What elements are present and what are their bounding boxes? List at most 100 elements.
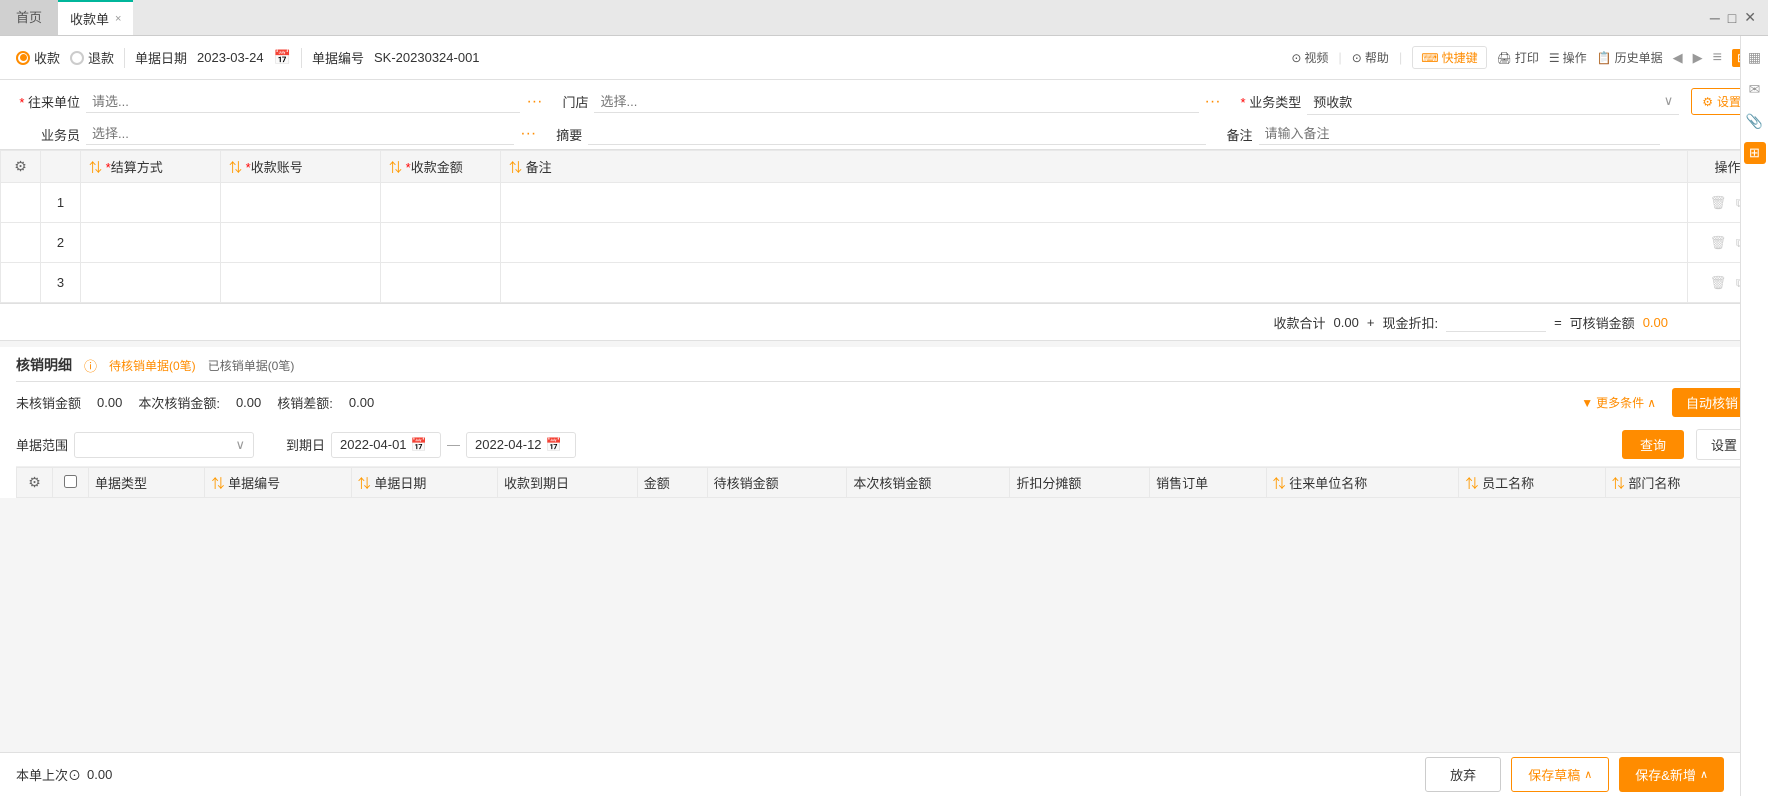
summary-row: 收款合计 0.00 + 现金折扣: = 可核销金额 0.00 [0, 303, 1768, 341]
query-btn[interactable]: 查询 [1622, 430, 1684, 459]
due-date-field: 到期日 2022-04-01 📅 — 2022-04-12 📅 [286, 432, 576, 458]
date-to-value: 2022-04-12 [475, 437, 542, 452]
sidebar-table-icon[interactable]: ▦ [1744, 46, 1766, 68]
summary-label: 摘要 [556, 125, 582, 144]
list-view-icon[interactable]: ≡ [1713, 49, 1722, 67]
store-input[interactable] [594, 91, 1198, 113]
row3-delete-icon[interactable]: 🗑 [1710, 275, 1727, 290]
counterpart-input[interactable] [86, 91, 520, 113]
col-staff-name-header: ⇅ 员工名称 [1459, 468, 1605, 498]
col-payment-header: ⇅ *结算方式 [81, 151, 221, 183]
save-draft-btn[interactable]: 保存草稿 ∧ [1511, 757, 1609, 792]
remark-input[interactable] [1259, 123, 1661, 145]
tab-close-icon[interactable]: × [115, 13, 121, 25]
tab-bar-spacer [133, 0, 1709, 35]
counterpart-label: * 往来单位 [16, 92, 80, 111]
plus-label: + [1367, 315, 1375, 330]
date-range-separator: — [447, 437, 460, 452]
col-due-date-header: 收款到期日 [497, 468, 637, 498]
sidebar-camera-icon[interactable]: ⊞ [1744, 142, 1766, 164]
next-record-icon[interactable]: ▶ [1693, 50, 1703, 66]
date-to-input[interactable]: 2022-04-12 📅 [466, 432, 576, 458]
remark-label: 备注 [1226, 125, 1252, 144]
tab-home[interactable]: 首页 [0, 0, 58, 35]
date-label: 单据日期 [135, 48, 187, 67]
prev-record-icon[interactable]: ◀ [1673, 50, 1683, 66]
pending-tab[interactable]: 待核销单据(0笔) [109, 357, 196, 374]
col-num-header [41, 151, 81, 183]
writeoff-info-icon[interactable]: ⓘ [84, 356, 97, 375]
shortcut-btn[interactable]: ⌨ 快捷键 [1412, 46, 1486, 69]
date-value: 2023-03-24 [197, 50, 264, 65]
business-type-arrow: ∨ [1664, 93, 1674, 109]
select-all-checkbox[interactable] [64, 475, 77, 488]
col-pending-header: 待核销金额 [707, 468, 847, 498]
date-from-value: 2022-04-01 [340, 437, 407, 452]
summary-input[interactable] [588, 123, 1206, 145]
counterpart-ellipsis[interactable]: ··· [526, 93, 542, 111]
verifiable-label: 可核销金额 [1570, 313, 1635, 332]
print-btn[interactable]: 🖨 打印 [1497, 49, 1539, 66]
date-from-input[interactable]: 2022-04-01 📅 [331, 432, 441, 458]
summary-field: 摘要 [556, 123, 1206, 145]
form-row-2: 业务员 ··· 摘要 备注 [16, 123, 1752, 145]
discount-input[interactable] [1446, 312, 1546, 332]
date-from-icon: 📅 [411, 437, 427, 453]
filter-row: 单据范围 ∨ 到期日 2022-04-01 📅 — 2022-04-12 📅 查… [16, 423, 1752, 467]
table-row: 2 🗑 ⧉ [1, 223, 1768, 263]
staff-input[interactable] [86, 123, 514, 145]
video-btn[interactable]: ⊙ 视频 [1291, 49, 1328, 66]
range-field: 单据范围 ∨ [16, 432, 254, 458]
operation-btn[interactable]: ☰ 操作 [1549, 49, 1587, 66]
business-type-select[interactable]: 预收款 ∨ [1307, 89, 1679, 115]
history-btn[interactable]: 📋 历史单据 [1597, 49, 1663, 66]
col-dept-name-header: ⇅ 部门名称 [1605, 468, 1751, 498]
sidebar-mail-icon[interactable]: ✉ [1744, 78, 1766, 100]
due-date-label: 到期日 [286, 435, 325, 454]
current-value: 0.00 [236, 395, 261, 410]
col-counterpart-name-header: ⇅ 往来单位名称 [1266, 468, 1459, 498]
total-value: 0.00 [1334, 315, 1359, 330]
toolbar: 收款 退款 单据日期 2023-03-24 📅 单据编号 SK-20230324… [0, 36, 1768, 80]
form-row-1: * 往来单位 ··· 门店 ··· * 业务类型 预收款 ∨ ⚙ 设置 [16, 88, 1752, 115]
store-ellipsis[interactable]: ··· [1205, 93, 1221, 111]
col-doc-num-header: ⇅ 单据编号 [205, 468, 351, 498]
tab-bar-controls: ─ □ ✕ [1710, 0, 1768, 35]
refund-radio[interactable]: 退款 [70, 48, 114, 67]
abandon-btn[interactable]: 放弃 [1425, 757, 1501, 792]
col-checkbox-header[interactable] [53, 468, 89, 498]
writeoff-stats-row: 未核销金额 0.00 本次核销金额: 0.00 核销差额: 0.00 ▼ 更多条… [16, 382, 1752, 423]
receipt-radio[interactable]: 收款 [16, 48, 60, 67]
business-type-label: * 业务类型 [1241, 92, 1302, 111]
range-label: 单据范围 [16, 435, 68, 454]
calendar-icon[interactable]: 📅 [274, 49, 291, 66]
save-new-btn[interactable]: 保存&新增 ∧ [1619, 757, 1724, 792]
help-btn[interactable]: ⊙ 帮助 [1352, 49, 1389, 66]
table-row: 3 🗑 ⧉ [1, 263, 1768, 303]
more-conditions-btn[interactable]: ▼ 更多条件 ∧ [1581, 394, 1656, 411]
current-label: 本次核销金额: [138, 393, 220, 412]
business-type-value: 预收款 [1313, 92, 1352, 111]
col-settings-header2[interactable]: ⚙ [17, 468, 53, 498]
diff-value: 0.00 [349, 395, 374, 410]
table-row: 1 🗑 ⧉ [1, 183, 1768, 223]
tab-active[interactable]: 收款单 × [58, 0, 133, 35]
col-sales-order-header: 销售订单 [1150, 468, 1266, 498]
window-close-icon[interactable]: ✕ [1744, 9, 1756, 26]
minimize-icon[interactable]: ─ [1710, 10, 1720, 26]
range-select-arrow: ∨ [236, 437, 246, 453]
col-settings-header[interactable]: ⚙ [1, 151, 41, 183]
done-tab[interactable]: 已核销单据(0笔) [208, 357, 295, 374]
writeoff-title: 核销明细 [16, 355, 72, 375]
range-select[interactable]: ∨ [74, 432, 254, 458]
unverified-label: 未核销金额 [16, 393, 81, 412]
col-discount-header: 折扣分摊额 [1010, 468, 1150, 498]
tab-label: 收款单 [70, 9, 109, 28]
maximize-icon[interactable]: □ [1728, 10, 1736, 26]
staff-ellipsis[interactable]: ··· [520, 125, 536, 143]
date-to-icon: 📅 [546, 437, 562, 453]
sidebar-clip-icon[interactable]: 📎 [1744, 110, 1766, 132]
row2-delete-icon[interactable]: 🗑 [1710, 235, 1727, 250]
row1-delete-icon[interactable]: 🗑 [1710, 195, 1727, 210]
writeoff-table: ⚙ 单据类型 ⇅ 单据编号 ⇅ 单据日期 收款到期日 金额 待核销金额 本次核销… [16, 467, 1752, 498]
